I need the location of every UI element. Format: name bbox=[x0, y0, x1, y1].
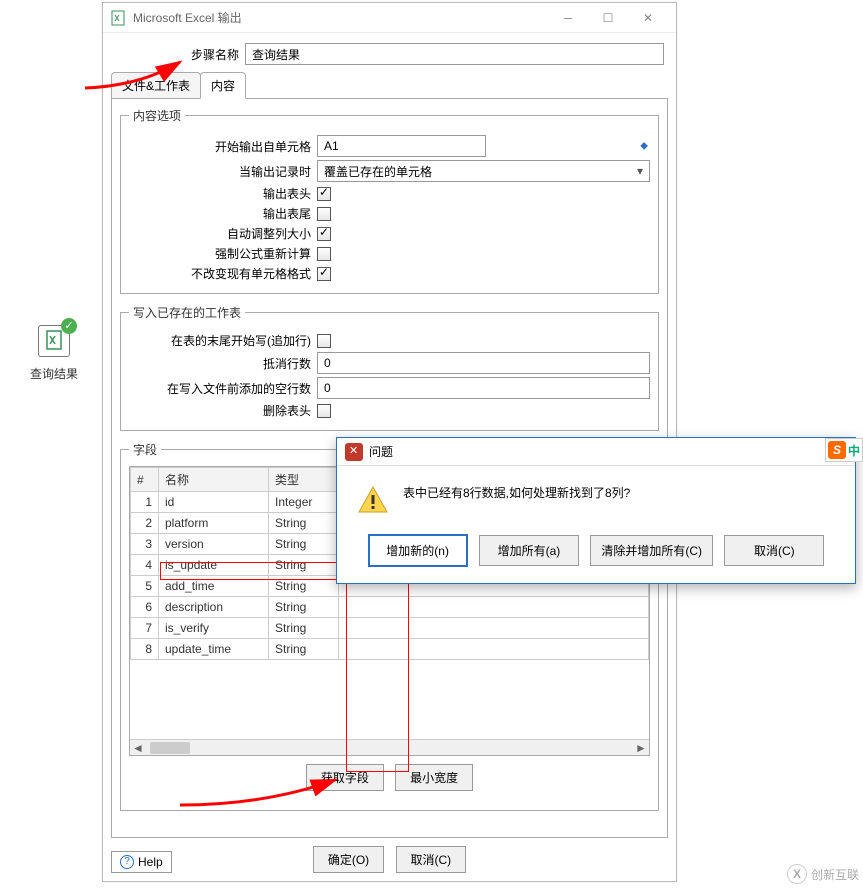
fields-legend: 字段 bbox=[129, 441, 161, 458]
min-width-button[interactable]: 最小宽度 bbox=[395, 764, 473, 791]
row-num: 5 bbox=[131, 576, 159, 597]
warning-icon bbox=[357, 484, 389, 516]
existing-sheet-fieldset: 写入已存在的工作表 在表的末尾开始写(追加行) 抵消行数 在写入文件前添加的空行… bbox=[120, 304, 659, 431]
recalc-label: 强制公式重新计算 bbox=[129, 245, 317, 262]
table-row[interactable]: 7is_verifyString bbox=[131, 618, 649, 639]
error-icon bbox=[345, 443, 363, 461]
horizontal-scrollbar[interactable]: ◄ ► bbox=[130, 739, 649, 755]
msgbox-cancel-button[interactable]: 取消(C) bbox=[724, 535, 824, 566]
sogou-icon: S bbox=[828, 441, 846, 459]
app-icon bbox=[111, 10, 127, 26]
tab-content[interactable]: 内容 bbox=[200, 72, 246, 99]
start-cell-label: 开始输出自单元格 bbox=[129, 138, 317, 155]
auto-col-checkbox[interactable] bbox=[317, 227, 331, 241]
step-name-label: 步骤名称 bbox=[115, 46, 245, 63]
output-header-label: 输出表头 bbox=[129, 185, 317, 202]
watermark: X 创新互联 bbox=[787, 864, 859, 884]
row-num: 4 bbox=[131, 555, 159, 576]
window-title: Microsoft Excel 输出 bbox=[133, 9, 548, 26]
when-output-label: 当输出记录时 bbox=[129, 163, 317, 180]
output-footer-label: 输出表尾 bbox=[129, 205, 317, 222]
titlebar: Microsoft Excel 输出 ─ ☐ ✕ bbox=[103, 3, 676, 33]
row-name[interactable]: is_verify bbox=[159, 618, 269, 639]
col-num[interactable]: # bbox=[131, 468, 159, 492]
row-type[interactable]: String bbox=[269, 576, 339, 597]
offset-label: 抵消行数 bbox=[129, 355, 317, 372]
blank-label: 在写入文件前添加的空行数 bbox=[129, 380, 317, 397]
row-name[interactable]: version bbox=[159, 534, 269, 555]
row-type[interactable]: String bbox=[269, 639, 339, 660]
no-change-fmt-checkbox[interactable] bbox=[317, 267, 331, 281]
offset-input[interactable] bbox=[317, 352, 650, 374]
maximize-button[interactable]: ☐ bbox=[588, 4, 628, 32]
ime-indicator[interactable]: S 中 bbox=[825, 438, 863, 462]
help-button[interactable]: ? Help bbox=[111, 851, 172, 873]
add-all-button[interactable]: 增加所有(a) bbox=[479, 535, 579, 566]
recalc-checkbox[interactable] bbox=[317, 247, 331, 261]
row-type[interactable]: String bbox=[269, 513, 339, 534]
add-new-button[interactable]: 增加新的(n) bbox=[368, 534, 468, 567]
get-fields-button[interactable]: 获取字段 bbox=[306, 764, 384, 791]
row-type[interactable]: String bbox=[269, 555, 339, 576]
row-type[interactable]: Integer bbox=[269, 492, 339, 513]
existing-sheet-legend: 写入已存在的工作表 bbox=[129, 304, 245, 321]
row-num: 1 bbox=[131, 492, 159, 513]
row-type[interactable]: String bbox=[269, 597, 339, 618]
start-cell-input[interactable] bbox=[317, 135, 486, 157]
watermark-logo-icon: X bbox=[787, 864, 807, 884]
append-checkbox[interactable] bbox=[317, 334, 331, 348]
delete-header-checkbox[interactable] bbox=[317, 404, 331, 418]
row-num: 6 bbox=[131, 597, 159, 618]
question-dialog: 问题 ✕ 表中已经有8行数据,如何处理新找到了8列? 增加新的(n) 增加所有(… bbox=[336, 437, 856, 584]
row-name[interactable]: is_update bbox=[159, 555, 269, 576]
row-type[interactable]: String bbox=[269, 618, 339, 639]
table-row[interactable]: 6descriptionString bbox=[131, 597, 649, 618]
output-header-checkbox[interactable] bbox=[317, 187, 331, 201]
row-name[interactable]: platform bbox=[159, 513, 269, 534]
ime-mode: 中 bbox=[848, 442, 860, 459]
row-name[interactable]: add_time bbox=[159, 576, 269, 597]
row-name[interactable]: update_time bbox=[159, 639, 269, 660]
output-footer-checkbox[interactable] bbox=[317, 207, 331, 221]
auto-col-label: 自动调整列大小 bbox=[129, 225, 317, 242]
row-name[interactable]: id bbox=[159, 492, 269, 513]
ok-button[interactable]: 确定(O) bbox=[313, 846, 384, 873]
table-row[interactable]: 8update_timeString bbox=[131, 639, 649, 660]
delete-header-label: 删除表头 bbox=[129, 402, 317, 419]
tab-file-sheet[interactable]: 文件&工作表 bbox=[111, 72, 201, 99]
row-num: 7 bbox=[131, 618, 159, 639]
excel-step-icon: ✓ bbox=[38, 325, 70, 357]
help-icon: ? bbox=[120, 855, 134, 869]
scroll-left-icon[interactable]: ◄ bbox=[130, 741, 146, 755]
append-label: 在表的末尾开始写(追加行) bbox=[129, 332, 317, 349]
no-change-fmt-label: 不改变现有单元格格式 bbox=[129, 265, 317, 282]
blank-rows-input[interactable] bbox=[317, 377, 650, 399]
row-name[interactable]: description bbox=[159, 597, 269, 618]
col-type[interactable]: 类型 bbox=[269, 468, 339, 492]
step-name-input[interactable] bbox=[245, 43, 664, 65]
row-num: 2 bbox=[131, 513, 159, 534]
msgbox-text: 表中已经有8行数据,如何处理新找到了8列? bbox=[403, 484, 630, 516]
when-output-select[interactable]: 覆盖已存在的单元格 bbox=[317, 160, 650, 182]
minimize-button[interactable]: ─ bbox=[548, 4, 588, 32]
content-options-legend: 内容选项 bbox=[129, 107, 185, 124]
scroll-right-icon[interactable]: ► bbox=[633, 741, 649, 755]
check-badge-icon: ✓ bbox=[61, 318, 77, 334]
step-node[interactable]: ✓ 查询结果 bbox=[30, 325, 78, 382]
col-name[interactable]: 名称 bbox=[159, 468, 269, 492]
row-num: 8 bbox=[131, 639, 159, 660]
clear-add-all-button[interactable]: 清除并增加所有(C) bbox=[590, 535, 713, 566]
scroll-thumb[interactable] bbox=[150, 742, 190, 754]
row-num: 3 bbox=[131, 534, 159, 555]
cancel-button[interactable]: 取消(C) bbox=[396, 846, 467, 873]
step-node-label: 查询结果 bbox=[30, 365, 78, 382]
diamond-icon[interactable]: ◆ bbox=[640, 141, 648, 152]
close-button[interactable]: ✕ bbox=[628, 4, 668, 32]
content-options-fieldset: 内容选项 开始输出自单元格 ◆ 当输出记录时 覆盖已存在的单元格 输出表头 输出… bbox=[120, 107, 659, 294]
row-type[interactable]: String bbox=[269, 534, 339, 555]
msgbox-title: 问题 bbox=[369, 443, 817, 460]
